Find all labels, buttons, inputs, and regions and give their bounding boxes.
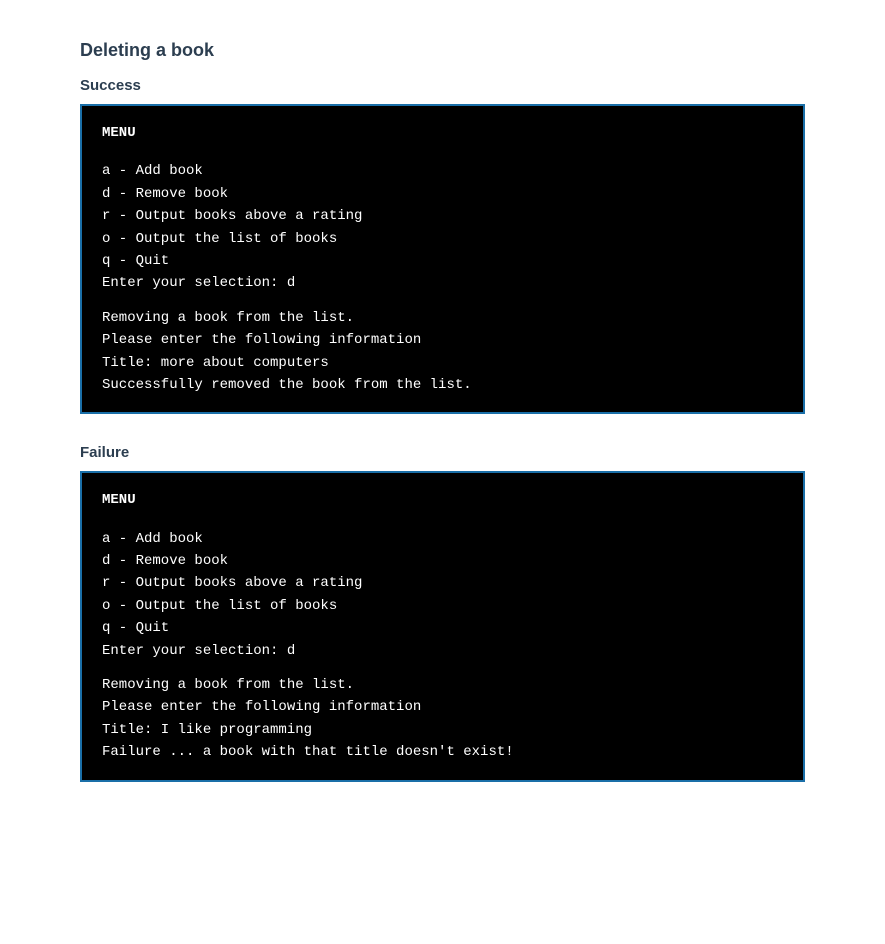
- success-terminal: MENU a - Add book d - Remove book r - Ou…: [80, 104, 805, 414]
- success-menu-line-4: o - Output the list of books: [102, 228, 783, 250]
- failure-output-line-1: Removing a book from the list.: [102, 674, 783, 696]
- success-output-line-3: Title: more about computers: [102, 352, 783, 374]
- failure-section: Failure MENU a - Add book d - Remove boo…: [80, 444, 805, 781]
- success-menu-line-5: q - Quit: [102, 250, 783, 272]
- success-label: Success: [80, 77, 805, 94]
- failure-terminal-header: MENU: [102, 489, 783, 511]
- success-output-line-4: Successfully removed the book from the l…: [102, 374, 783, 396]
- failure-menu-line-3: r - Output books above a rating: [102, 572, 783, 594]
- failure-terminal: MENU a - Add book d - Remove book r - Ou…: [80, 471, 805, 781]
- failure-menu-line-1: a - Add book: [102, 528, 783, 550]
- failure-menu-line-5: q - Quit: [102, 617, 783, 639]
- success-menu-line-3: r - Output books above a rating: [102, 205, 783, 227]
- page-title: Deleting a book: [80, 40, 805, 61]
- success-section: Success MENU a - Add book d - Remove boo…: [80, 77, 805, 414]
- success-terminal-header: MENU: [102, 122, 783, 144]
- success-menu-line-1: a - Add book: [102, 160, 783, 182]
- failure-label: Failure: [80, 444, 805, 461]
- failure-output-line-4: Failure ... a book with that title doesn…: [102, 741, 783, 763]
- failure-output-line-2: Please enter the following information: [102, 696, 783, 718]
- success-output-line-1: Removing a book from the list.: [102, 307, 783, 329]
- failure-menu-line-2: d - Remove book: [102, 550, 783, 572]
- success-output-line-2: Please enter the following information: [102, 329, 783, 351]
- failure-output-line-3: Title: I like programming: [102, 719, 783, 741]
- failure-menu-line-4: o - Output the list of books: [102, 595, 783, 617]
- failure-menu-line-6: Enter your selection: d: [102, 640, 783, 662]
- success-menu-line-6: Enter your selection: d: [102, 272, 783, 294]
- success-menu-line-2: d - Remove book: [102, 183, 783, 205]
